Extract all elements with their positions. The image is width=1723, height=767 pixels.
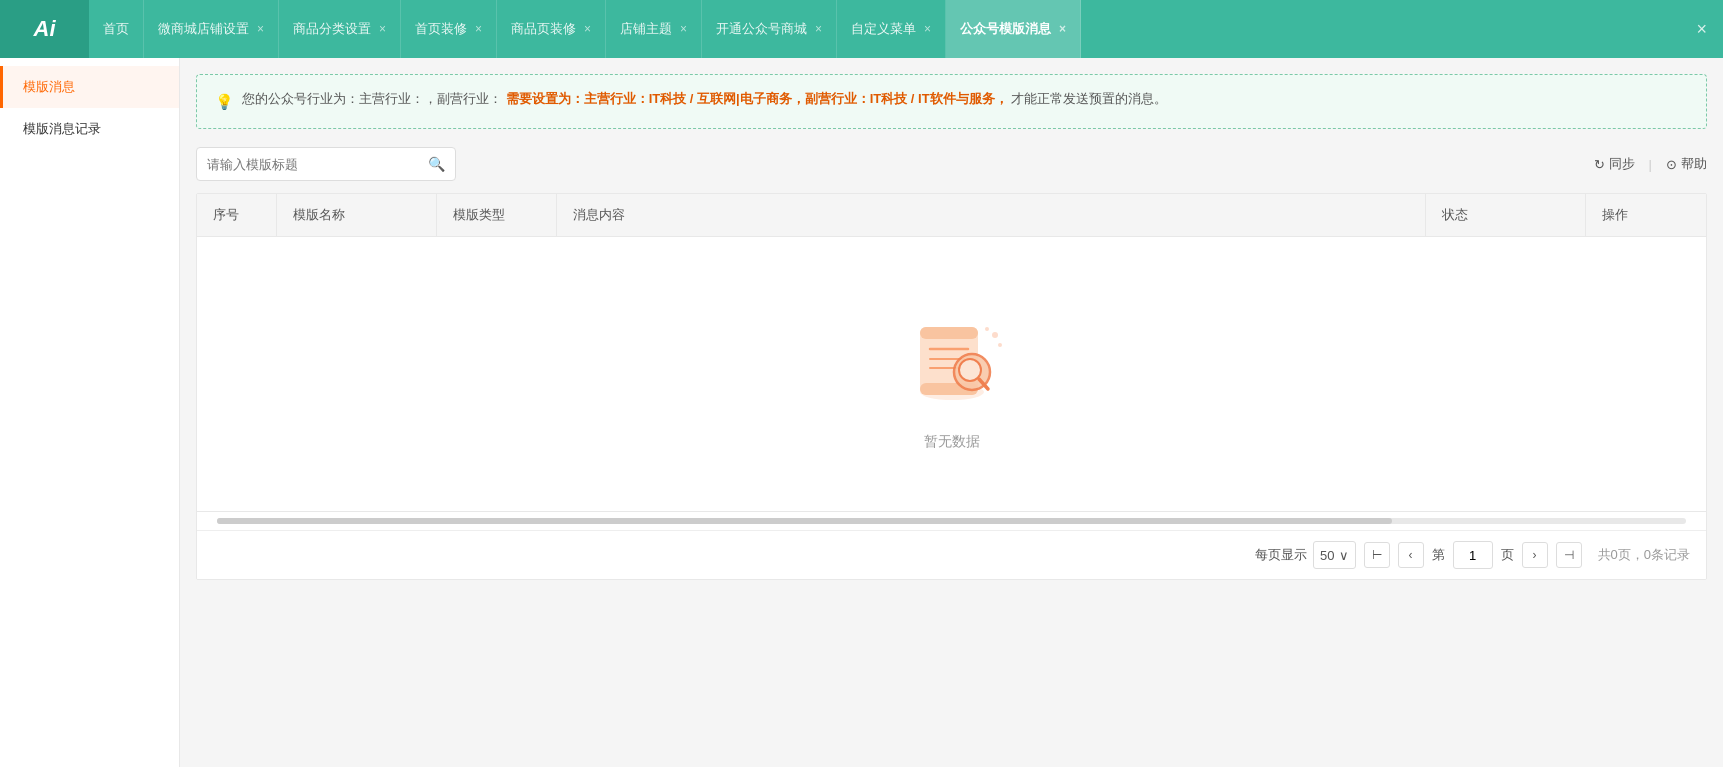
- nav-tab-shop-settings[interactable]: 微商城店铺设置×: [144, 0, 279, 58]
- close-tab-category-settings-icon[interactable]: ×: [379, 22, 386, 36]
- next-page-button[interactable]: ›: [1522, 542, 1548, 568]
- main-layout: 模版消息模版消息记录 💡 您的公众号行业为：主营行业：，副营行业： 需要设置为：…: [0, 58, 1723, 767]
- table-header-message-content: 消息内容: [557, 194, 1426, 236]
- nav-tab-shop-theme[interactable]: 店铺主题×: [606, 0, 702, 58]
- notice-text: 您的公众号行业为：主营行业：，副营行业： 需要设置为：主营行业：IT科技 / 互…: [242, 89, 1167, 110]
- sidebar-item-template-message[interactable]: 模版消息: [0, 66, 179, 108]
- scrollbar-thumb: [217, 518, 1392, 524]
- nav-tab-product-decoration[interactable]: 商品页装修×: [497, 0, 606, 58]
- sync-button[interactable]: ↻ 同步: [1594, 155, 1635, 173]
- toolbar-right: ↻ 同步 | ⊙ 帮助: [1594, 155, 1707, 173]
- toolbar-divider: |: [1649, 157, 1652, 172]
- page-label: 第: [1432, 546, 1445, 564]
- top-navbar: Ai 首页微商城店铺设置×商品分类设置×首页装修×商品页装修×店铺主题×开通公众…: [0, 0, 1723, 58]
- per-page-wrapper: 每页显示 50 ∨: [1255, 541, 1355, 569]
- page-summary: 共0页，0条记录: [1598, 546, 1690, 564]
- sidebar-item-template-message-log[interactable]: 模版消息记录: [0, 108, 179, 150]
- first-page-button[interactable]: ⊢: [1364, 542, 1390, 568]
- close-tab-shop-theme-icon[interactable]: ×: [680, 22, 687, 36]
- table-header-template-name: 模版名称: [277, 194, 437, 236]
- sidebar: 模版消息模版消息记录: [0, 58, 180, 767]
- notice-banner: 💡 您的公众号行业为：主营行业：，副营行业： 需要设置为：主营行业：IT科技 /…: [196, 74, 1707, 129]
- close-tab-home-decoration-icon[interactable]: ×: [475, 22, 482, 36]
- close-tab-shop-settings-icon[interactable]: ×: [257, 22, 264, 36]
- page-unit: 页: [1501, 546, 1514, 564]
- toolbar: 🔍 ↻ 同步 | ⊙ 帮助: [196, 147, 1707, 181]
- content-area: 💡 您的公众号行业为：主营行业：，副营行业： 需要设置为：主营行业：IT科技 /…: [180, 58, 1723, 767]
- close-tab-product-decoration-icon[interactable]: ×: [584, 22, 591, 36]
- help-icon: ⊙: [1666, 157, 1677, 172]
- chevron-down-icon: ∨: [1339, 548, 1349, 563]
- svg-rect-2: [920, 327, 978, 339]
- close-tab-custom-menu-icon[interactable]: ×: [924, 22, 931, 36]
- table-header-index: 序号: [197, 194, 277, 236]
- svg-point-11: [992, 332, 998, 338]
- nav-tab-category-settings[interactable]: 商品分类设置×: [279, 0, 401, 58]
- scrollbar-track: [217, 518, 1686, 524]
- table-header: 序号模版名称模版类型消息内容状态操作: [197, 194, 1706, 237]
- notice-highlight: 需要设置为：主营行业：IT科技 / 互联网|电子商务，副营行业：IT科技 / I…: [506, 91, 1008, 106]
- help-button[interactable]: ⊙ 帮助: [1666, 155, 1707, 173]
- svg-point-12: [998, 343, 1002, 347]
- nav-tab-home[interactable]: 首页: [89, 0, 144, 58]
- current-page-input[interactable]: [1453, 541, 1493, 569]
- per-page-select[interactable]: 50 ∨: [1313, 541, 1355, 569]
- last-page-button[interactable]: ⊣: [1556, 542, 1582, 568]
- close-all-tabs-button[interactable]: ×: [1680, 19, 1723, 40]
- close-tab-template-msg-icon[interactable]: ×: [1059, 22, 1066, 36]
- empty-text: 暂无数据: [924, 433, 980, 451]
- close-tab-open-mall-icon[interactable]: ×: [815, 22, 822, 36]
- svg-point-13: [985, 327, 989, 331]
- pagination: 每页显示 50 ∨ ⊢ ‹ 第 页 › ⊣ 共0页，0条记录: [197, 530, 1706, 579]
- per-page-label: 每页显示: [1255, 546, 1307, 564]
- table-header-action: 操作: [1586, 194, 1706, 236]
- nav-tab-template-msg[interactable]: 公众号模版消息×: [946, 0, 1081, 58]
- prev-page-button[interactable]: ‹: [1398, 542, 1424, 568]
- sync-icon: ↻: [1594, 157, 1605, 172]
- table-header-status: 状态: [1426, 194, 1586, 236]
- nav-tab-list: 首页微商城店铺设置×商品分类设置×首页装修×商品页装修×店铺主题×开通公众号商城…: [89, 0, 1680, 58]
- nav-tab-custom-menu[interactable]: 自定义菜单×: [837, 0, 946, 58]
- data-table: 序号模版名称模版类型消息内容状态操作: [196, 193, 1707, 580]
- search-box[interactable]: 🔍: [196, 147, 456, 181]
- nav-tab-open-mall[interactable]: 开通公众号商城×: [702, 0, 837, 58]
- empty-illustration: [892, 297, 1012, 417]
- search-button[interactable]: 🔍: [428, 156, 445, 172]
- empty-state: 暂无数据: [197, 237, 1706, 511]
- nav-tab-home-decoration[interactable]: 首页装修×: [401, 0, 497, 58]
- table-header-template-type: 模版类型: [437, 194, 557, 236]
- app-logo: Ai: [0, 0, 89, 58]
- notice-icon: 💡: [215, 90, 234, 114]
- search-input[interactable]: [207, 157, 428, 172]
- horizontal-scrollbar[interactable]: [197, 511, 1706, 530]
